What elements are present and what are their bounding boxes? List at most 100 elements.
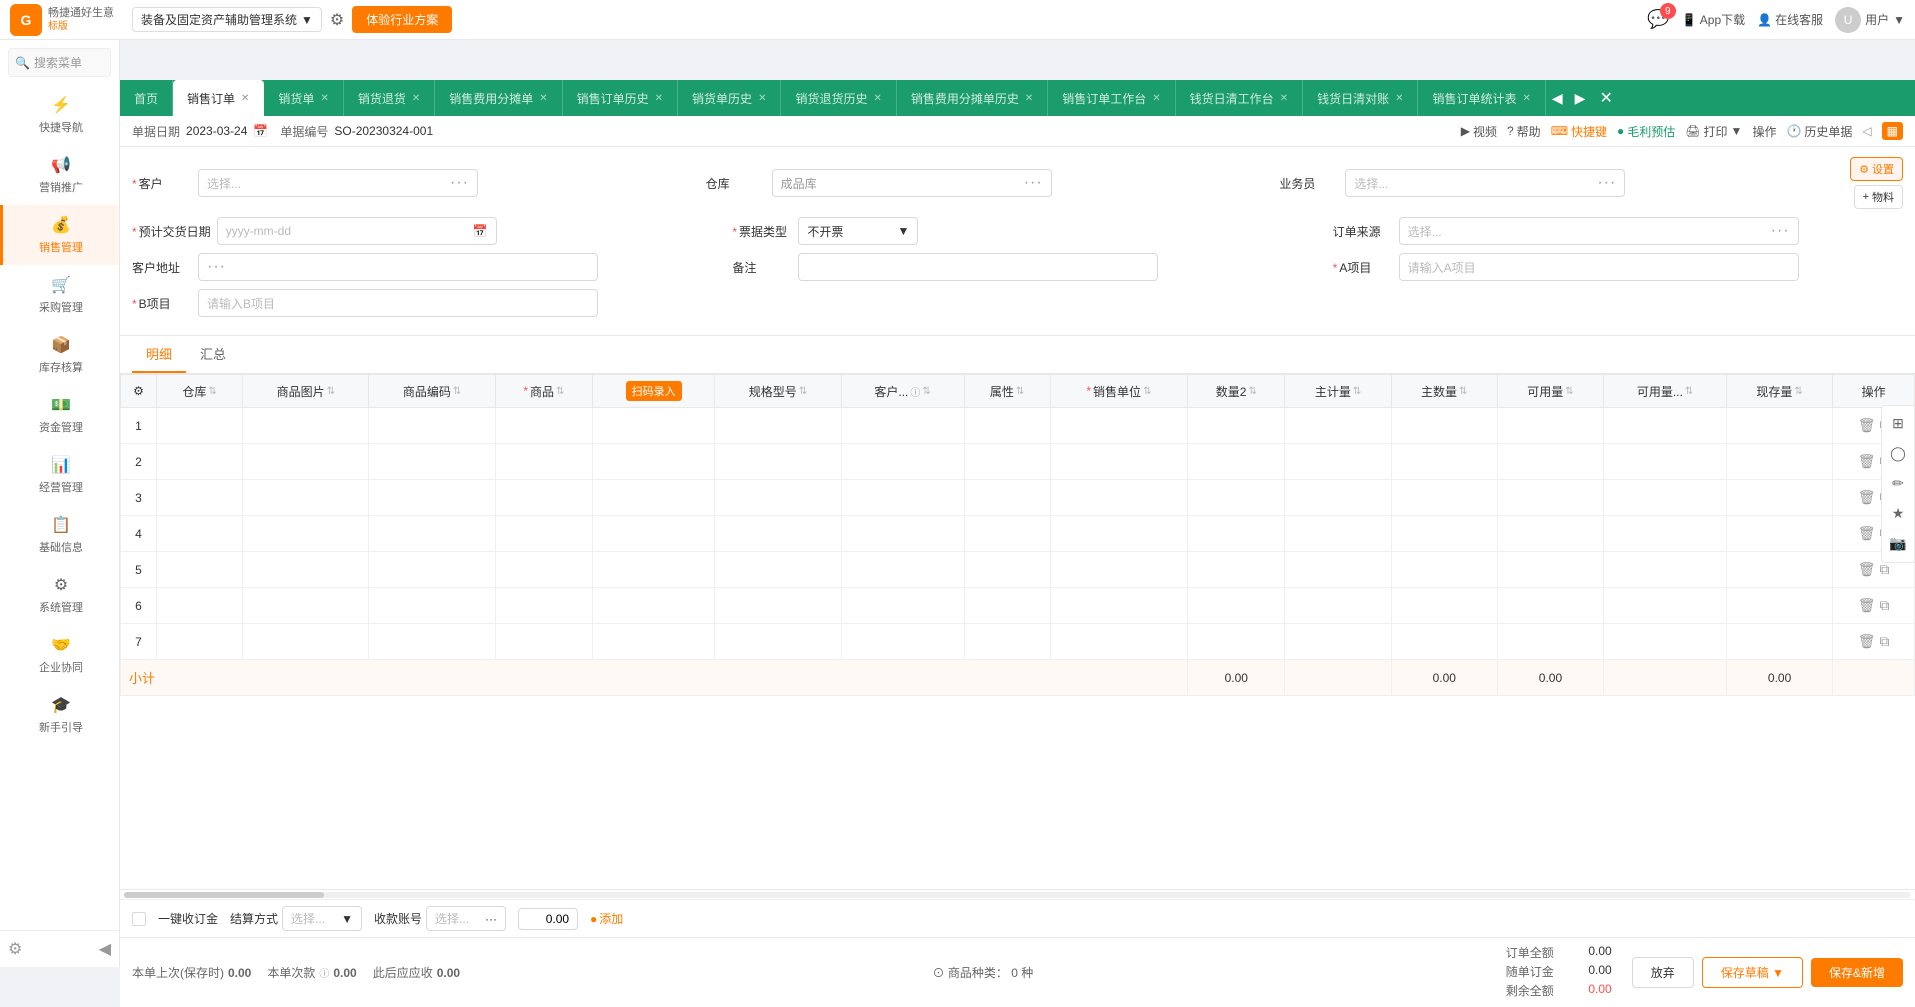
tab-order-workbench[interactable]: 销售订单工作台 ✕ [1048,80,1175,116]
delivery-input[interactable]: yyyy-mm-dd 📅 [217,217,497,245]
print-btn[interactable]: 🖨 打印 ▼ [1685,123,1742,140]
toolbar-layout-list[interactable]: ◁ [1862,124,1871,138]
delete-row-btn[interactable]: 🗑 [1858,525,1876,542]
close-tab-order-workbench[interactable]: ✕ [1152,93,1160,104]
scroll-thumb[interactable] [124,892,324,898]
tab-daily-workbench[interactable]: 钱货日清工作台 ✕ [1176,80,1303,116]
float-camera-btn[interactable]: 📷 [1884,530,1912,558]
toolbar-layout-grid[interactable]: ▦ [1882,122,1903,140]
float-star-btn[interactable]: ★ [1884,500,1912,528]
history-btn[interactable]: 🕐 历史单据 [1786,123,1852,140]
delete-row-btn[interactable]: 🗑 [1858,417,1876,434]
delete-row-btn[interactable]: 🗑 [1858,633,1876,650]
view-btn[interactable]: ▶ 视频 [1461,123,1497,140]
close-tab-return-history[interactable]: ✕ [873,93,881,104]
customer-input[interactable]: 选择... ··· [198,169,478,197]
invoice-select[interactable]: 不开票 ▼ [798,217,918,245]
warehouse-input[interactable]: 成品库 ··· [772,169,1052,197]
tab-order-stats[interactable]: 销售订单统计表 ✕ [1418,80,1545,116]
tab-sales-order[interactable]: 销售订单 ✕ [173,80,264,116]
message-btn[interactable]: 💬 9 [1647,9,1669,30]
sidebar-item-guide[interactable]: 🎓 新手引导 [0,685,119,745]
goods-btn[interactable]: + 物料 [1854,185,1903,209]
profit-btn[interactable]: ● 毛利预估 [1617,123,1675,140]
delete-row-btn[interactable]: 🗑 [1858,561,1876,578]
float-edit-btn[interactable]: ✏ [1884,470,1912,498]
tab-home[interactable]: 首页 [120,80,173,116]
print-chevron[interactable]: ▼ [1731,124,1743,138]
tab-close-all-btn[interactable]: ✕ [1591,88,1620,108]
scan-btn[interactable]: 扫码录入 [626,381,682,401]
sidebar-item-sales[interactable]: 💰 销售管理 [0,205,119,265]
close-tab-sales-invoice[interactable]: ✕ [320,93,328,104]
settings-bottom-icon[interactable]: ⚙ [8,939,22,959]
one-click-checkbox[interactable] [132,912,146,926]
calendar-icon-delivery[interactable]: 📅 [473,224,488,238]
delete-row-btn[interactable]: 🗑 [1858,453,1876,470]
tab-sales-return[interactable]: 销货退货 ✕ [344,80,435,116]
close-tab-order-stats[interactable]: ✕ [1523,93,1531,104]
calendar-icon[interactable]: 📅 [253,124,268,138]
salesperson-input[interactable]: 选择... ··· [1345,169,1625,197]
discard-btn[interactable]: 放弃 [1632,957,1694,988]
close-tab-invoice-history[interactable]: ✕ [758,93,766,104]
sidebar-item-marketing[interactable]: 📢 营销推广 [0,145,119,205]
tab-invoice-history[interactable]: 销货单历史 ✕ [678,80,781,116]
sidebar-item-finance[interactable]: 💵 资金管理 [0,385,119,445]
save-new-btn[interactable]: 保存&新增 [1811,958,1903,987]
remark-input[interactable] [798,253,1158,281]
account-select[interactable]: 选择... ··· [426,906,506,931]
settings-form-btn[interactable]: ⚙ 设置 [1850,157,1903,181]
sidebar-item-purchase[interactable]: 🛒 采购管理 [0,265,119,325]
a-project-input[interactable]: 请输入A项目 [1399,253,1799,281]
sidebar-item-basic[interactable]: 📋 基础信息 [0,505,119,565]
tab-return-history[interactable]: 销货退货历史 ✕ [781,80,896,116]
copy-row-btn[interactable]: ⧉ [1879,633,1889,650]
close-tab-sales-expense[interactable]: ✕ [539,93,547,104]
copy-row-btn[interactable]: ⧉ [1879,561,1889,578]
close-tab-order-history[interactable]: ✕ [655,93,663,104]
sidebar-item-management[interactable]: 📊 经营管理 [0,445,119,505]
close-tab-daily-workbench[interactable]: ✕ [1280,93,1288,104]
save-draft-btn[interactable]: 保存草稿 ▼ [1702,957,1803,988]
app-download-btn[interactable]: 📱 App下载 [1682,11,1745,28]
float-circle-btn[interactable]: ◯ [1884,440,1912,468]
payment-amount-input[interactable] [518,908,578,930]
collapse-sidebar-btn[interactable]: ◀ [99,939,111,959]
sidebar-item-inventory[interactable]: 📦 库存核算 [0,325,119,385]
float-grid-btn[interactable]: ⊞ [1884,410,1912,438]
system-selector[interactable]: 装备及固定资产辅助管理系统 ▼ [132,7,322,32]
online-service-btn[interactable]: 👤 在线客服 [1757,11,1823,28]
delete-row-btn[interactable]: 🗑 [1858,597,1876,614]
help-btn[interactable]: ? 帮助 [1507,123,1541,140]
tab-detail[interactable]: 明细 [132,336,186,373]
tab-sales-expense[interactable]: 销售费用分摊单 ✕ [435,80,562,116]
search-menu-btn[interactable]: 🔍 搜索菜单 [8,48,111,77]
delete-row-btn[interactable]: 🗑 [1858,489,1876,506]
settlement-select[interactable]: 选择... ▼ [282,906,362,931]
tab-order-history[interactable]: 销售订单历史 ✕ [563,80,678,116]
horizontal-scrollbar[interactable] [120,889,1915,899]
tab-next-btn[interactable]: ▶ [1569,90,1592,107]
tab-prev-btn[interactable]: ◀ [1546,90,1569,107]
ops-btn[interactable]: 操作 [1752,123,1776,140]
order-source-input[interactable]: 选择... ··· [1399,217,1799,245]
tab-sales-invoice[interactable]: 销货单 ✕ [264,80,343,116]
close-tab-daily-reconcile[interactable]: ✕ [1395,93,1403,104]
copy-row-btn[interactable]: ⧉ [1879,597,1889,614]
address-input[interactable]: ··· [198,253,598,281]
settings-icon[interactable]: ⚙ [330,10,344,30]
b-project-input[interactable]: 请输入B项目 [198,289,598,317]
close-tab-sales-return[interactable]: ✕ [412,93,420,104]
shortcut-btn[interactable]: ⌨ 快捷键 [1551,123,1607,140]
solution-btn[interactable]: 体验行业方案 [352,6,452,33]
sidebar-item-cooperation[interactable]: 🤝 企业协同 [0,625,119,685]
close-tab-sales-order[interactable]: ✕ [241,93,249,104]
sidebar-item-system[interactable]: ⚙ 系统管理 [0,565,119,625]
user-area[interactable]: U 用户 ▼ [1835,7,1905,33]
tab-summary[interactable]: 汇总 [186,336,240,373]
tab-expense-history[interactable]: 销售费用分摊单历史 ✕ [897,80,1048,116]
sidebar-item-quicknav[interactable]: ⚡ 快捷导航 [0,85,119,145]
add-payment-btn[interactable]: ● 添加 [590,910,623,927]
close-tab-expense-history[interactable]: ✕ [1025,93,1033,104]
